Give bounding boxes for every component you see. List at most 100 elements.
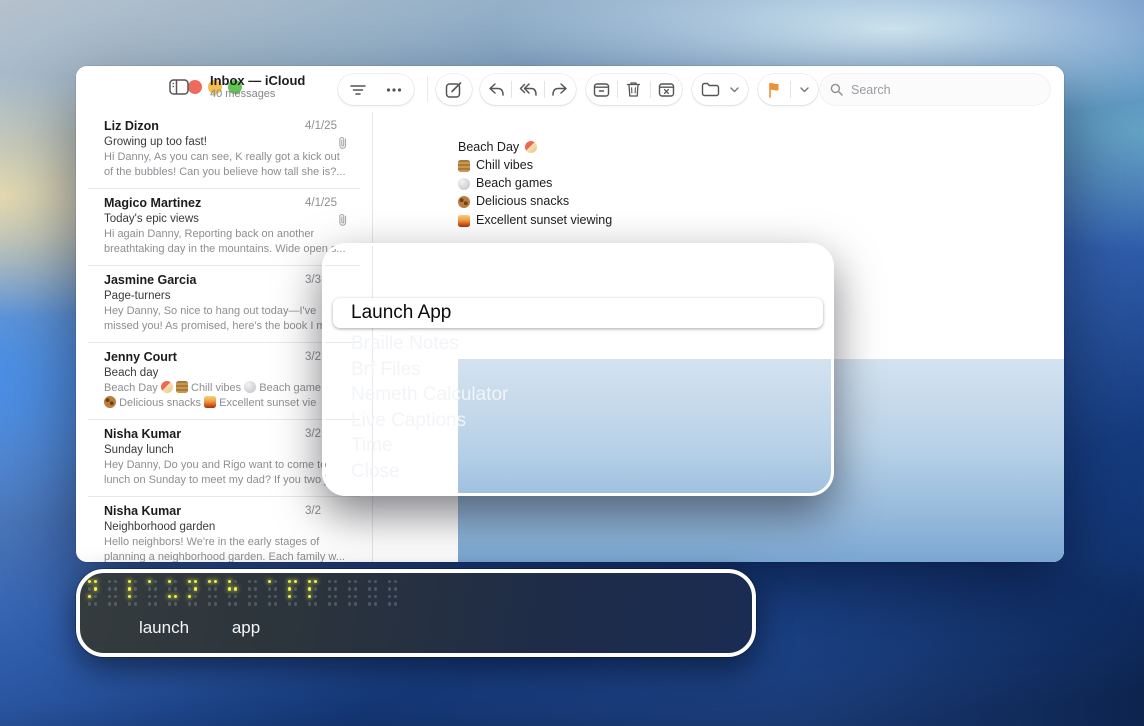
desktop-background: Inbox — iCloud 40 messages — [0, 0, 1144, 726]
beach-umbrella-emoji — [525, 141, 537, 153]
sunset-emoji — [458, 215, 470, 227]
picnic-basket-emoji — [458, 160, 470, 172]
body-title-line: Beach Day — [458, 139, 612, 157]
filter-button[interactable] — [343, 76, 373, 104]
subject: Growing up too fast! — [104, 134, 360, 150]
flag-icon — [767, 82, 781, 98]
body-line: Delicious snacks — [458, 193, 612, 211]
date: 3/2 — [305, 351, 321, 363]
list-item[interactable]: Jasmine Garcia 3/3 Page-turners Hey Dann… — [88, 266, 360, 343]
mailbox-title-block: Inbox — iCloud 40 messages — [210, 73, 305, 101]
preview-line: Hi Danny, As you can see, K really got a… — [104, 150, 356, 165]
reply-group — [480, 74, 576, 105]
subject: Today's epic views — [104, 211, 360, 227]
search-field[interactable] — [820, 74, 1050, 105]
preview-line: Hey Danny, So nice to hang out today—I'v… — [104, 304, 356, 319]
braille-access-panel: Braille Access Launch App Braille Notes … — [322, 243, 834, 496]
menu-item-close[interactable]: Close — [333, 459, 823, 485]
more-options-button[interactable] — [379, 76, 409, 104]
date: 3/2 — [305, 505, 321, 517]
braille-cells — [80, 573, 752, 653]
mail-toolbar: Inbox — iCloud 40 messages — [76, 66, 1064, 113]
archive-button[interactable] — [587, 76, 617, 104]
search-input[interactable] — [849, 82, 1023, 98]
body-title: Beach Day — [458, 139, 519, 157]
sunset-emoji — [204, 396, 216, 408]
flag-options-button[interactable] — [793, 76, 815, 104]
subject: Neighborhood garden — [104, 519, 360, 535]
list-item[interactable]: Jenny Court 3/2 Beach day Beach Day Chil… — [88, 343, 360, 420]
volleyball-emoji — [244, 381, 256, 393]
braille-word-app: app — [232, 618, 260, 638]
braille-access-menu: Launch App Braille Notes Brf Files Nemet… — [333, 298, 823, 484]
preview-line: planning a neighborhood garden. Each fam… — [104, 550, 356, 562]
braille-display-panel: launch app — [76, 569, 756, 657]
list-item[interactable]: Nisha Kumar 3/2 Neighborhood garden Hell… — [88, 497, 360, 562]
reply-all-icon — [518, 82, 538, 97]
reply-icon — [487, 82, 505, 97]
move-to-folder-button[interactable] — [692, 74, 748, 105]
reply-all-button[interactable] — [513, 76, 543, 104]
junk-button[interactable] — [651, 76, 681, 104]
list-item[interactable]: Liz Dizon 4/1/25 Growing up too fast! Hi… — [88, 112, 360, 189]
date: 3/2 — [305, 428, 321, 440]
preview-line: Hi again Danny, Reporting back on anothe… — [104, 227, 356, 242]
menu-item-brf-files[interactable]: Brf Files — [333, 357, 823, 383]
menu-item-launch-app[interactable]: Launch App — [333, 298, 823, 328]
body-line: Beach games — [458, 175, 612, 193]
volleyball-emoji — [458, 178, 470, 190]
date: 4/1/25 — [305, 120, 337, 132]
chevron-down-icon — [800, 87, 809, 93]
body-line: Excellent sunset viewing — [458, 212, 612, 230]
preview-line: lunch on Sunday to meet my dad? If you t… — [104, 473, 356, 488]
sender: Nisha Kumar — [104, 503, 360, 519]
menu-item-live-captions[interactable]: Live Captions — [333, 408, 823, 434]
trash-icon — [626, 81, 641, 98]
preview-line: Hey Danny, Do you and Rigo want to come … — [104, 458, 356, 473]
chevron-down-icon — [730, 87, 739, 93]
filter-icon — [349, 83, 367, 97]
braille-word-launch: launch — [139, 618, 189, 638]
body-line: Chill vibes — [458, 157, 612, 175]
menu-item-nemeth-calculator[interactable]: Nemeth Calculator — [333, 382, 823, 408]
cookie-emoji — [458, 196, 470, 208]
preview-line: Beach Day Chill vibes Beach game — [104, 381, 356, 396]
list-item[interactable]: Magico Martinez 4/1/25 Today's epic view… — [88, 189, 360, 266]
menu-item-braille-notes[interactable]: Braille Notes — [333, 331, 823, 357]
flag-group — [758, 74, 818, 105]
list-item[interactable]: Nisha Kumar 3/2 Sunday lunch Hey Danny, … — [88, 420, 360, 497]
search-icon — [830, 83, 843, 96]
compose-button[interactable] — [436, 74, 472, 105]
preview-line: Hello neighbors! We're in the early stag… — [104, 535, 356, 550]
mailbox-title: Inbox — iCloud — [210, 73, 305, 88]
forward-icon — [551, 82, 569, 97]
beach-umbrella-emoji — [161, 381, 173, 393]
cookie-emoji — [104, 396, 116, 408]
mailbox-actions-group — [586, 74, 682, 105]
attachment-icon — [338, 136, 348, 155]
filter-more-group — [338, 74, 414, 105]
more-icon — [386, 88, 402, 92]
braille-access-title: Braille Access — [325, 258, 831, 286]
forward-button[interactable] — [545, 76, 575, 104]
toggle-sidebar-button[interactable] — [164, 74, 194, 104]
archive-icon — [593, 82, 610, 98]
date: 3/3 — [305, 274, 321, 286]
sidebar-icon — [169, 79, 189, 100]
mailbox-message-count: 40 messages — [210, 88, 305, 101]
flag-button[interactable] — [761, 76, 787, 104]
menu-item-time[interactable]: Time — [333, 433, 823, 459]
attachment-icon — [338, 213, 348, 232]
preview-line: of the bubbles! Can you believe how tall… — [104, 165, 356, 180]
preview-line: Delicious snacks Excellent sunset vie — [104, 396, 356, 411]
junk-icon — [658, 82, 675, 98]
compose-icon — [445, 81, 463, 99]
preview-line: missed you! As promised, here's the book… — [104, 319, 356, 334]
preview-line: breathtaking day in the mountains. Wide … — [104, 242, 356, 257]
picnic-basket-emoji — [176, 381, 188, 393]
message-content: Beach Day Chill vibes Beach games Delici… — [458, 138, 612, 229]
date: 4/1/25 — [305, 197, 337, 209]
folder-icon — [701, 82, 720, 97]
reply-button[interactable] — [481, 76, 511, 104]
trash-button[interactable] — [619, 76, 649, 104]
